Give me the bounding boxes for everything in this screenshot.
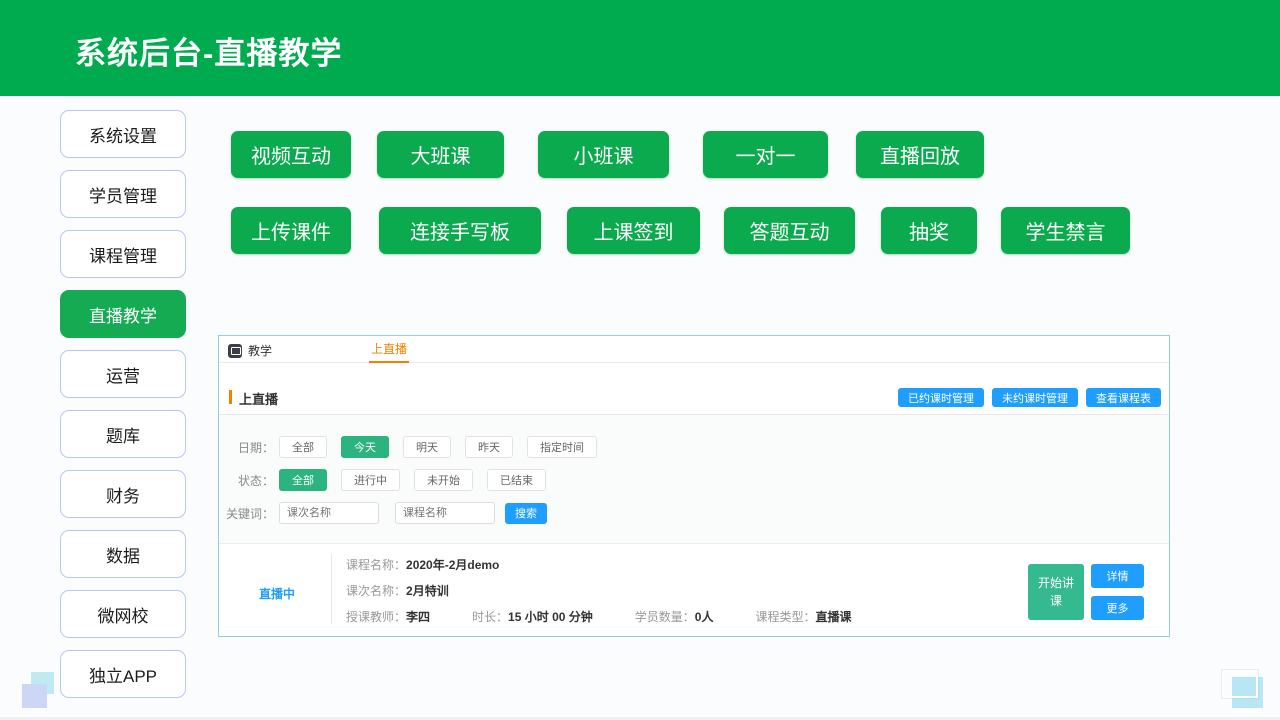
feature-upload-courseware[interactable]: 上传课件 [231, 207, 351, 254]
feature-large-class[interactable]: 大班课 [377, 131, 504, 178]
teacher-value: 李四 [406, 608, 430, 625]
teacher-label: 授课教师： [346, 608, 406, 625]
teaching-app-icon [228, 344, 242, 358]
status-option-not-started[interactable]: 未开始 [414, 469, 473, 491]
sidebar-item-standalone-app[interactable]: 独立APP [60, 650, 186, 698]
status-filter-options: 全部 进行中 未开始 已结束 [279, 469, 546, 491]
sidebar-item-student-management[interactable]: 学员管理 [60, 170, 186, 218]
feature-one-on-one[interactable]: 一对一 [703, 131, 828, 178]
status-option-in-progress[interactable]: 进行中 [341, 469, 400, 491]
sidebar-item-question-bank[interactable]: 题库 [60, 410, 186, 458]
row-divider [331, 554, 332, 624]
filter-area: 日期： 全部 今天 明天 昨天 指定时间 状态： 全部 进行中 未开始 已结束 … [219, 415, 1169, 543]
booked-lessons-button[interactable]: 已约课时管理 [898, 388, 984, 407]
unbooked-lessons-button[interactable]: 未约课时管理 [992, 388, 1078, 407]
date-filter-options: 全部 今天 明天 昨天 指定时间 [279, 436, 597, 458]
feature-quiz-interaction[interactable]: 答题互动 [724, 207, 855, 254]
section-accent-bar [229, 390, 232, 404]
top-banner: 系统后台-直播教学 [0, 0, 1280, 96]
decor-square-frame-right [1222, 670, 1258, 698]
course-name-label: 课程名称： [346, 556, 406, 573]
feature-connect-tablet[interactable]: 连接手写板 [379, 207, 541, 254]
duration-value: 15 小时 00 分钟 [508, 608, 593, 625]
course-type-value: 直播课 [815, 608, 851, 625]
page-title: 系统后台-直播教学 [75, 28, 342, 73]
keyword-filter-label: 关键词： [219, 505, 274, 522]
teacher-pair: 授课教师： 李四 [346, 608, 430, 625]
sidebar-item-system-settings[interactable]: 系统设置 [60, 110, 186, 158]
app-label-group: 教学 [228, 342, 272, 359]
search-button[interactable]: 搜索 [505, 503, 547, 524]
date-option-custom-time[interactable]: 指定时间 [527, 436, 597, 458]
duration-pair: 时长： 15 小时 00 分钟 [472, 608, 593, 625]
feature-live-replay[interactable]: 直播回放 [856, 131, 984, 178]
course-type-pair: 课程类型： 直播课 [755, 608, 851, 625]
panel-tabbar: 教学 上直播 [219, 336, 1169, 363]
status-option-ended[interactable]: 已结束 [487, 469, 546, 491]
date-filter-label: 日期： [219, 439, 274, 456]
status-filter-label: 状态： [219, 472, 274, 489]
sidebar-item-micro-school[interactable]: 微网校 [60, 590, 186, 638]
detail-button[interactable]: 详情 [1091, 564, 1144, 588]
sidebar-item-live-teaching[interactable]: 直播教学 [60, 290, 186, 338]
live-status-badge: 直播中 [259, 585, 295, 602]
start-teaching-button[interactable]: 开始讲课 [1028, 564, 1084, 620]
sidebar-item-data[interactable]: 数据 [60, 530, 186, 578]
live-admin-panel: 教学 上直播 上直播 已约课时管理 未约课时管理 查看课程表 日期： 全部 今天… [218, 335, 1170, 637]
course-name-line: 课程名称： 2020年-2月demo [346, 556, 893, 573]
course-row: 直播中 课程名称： 2020年-2月demo 课次名称： 2月特训 授课教师： … [219, 543, 1169, 636]
status-option-all[interactable]: 全部 [279, 469, 327, 491]
course-name-value: 2020年-2月demo [406, 556, 499, 573]
session-name-input[interactable] [279, 502, 379, 524]
students-label: 学员数量： [635, 608, 695, 625]
feature-lucky-draw[interactable]: 抽奖 [881, 207, 977, 254]
sidebar-item-finance[interactable]: 财务 [60, 470, 186, 518]
session-name-line: 课次名称： 2月特训 [346, 582, 893, 599]
feature-class-signin[interactable]: 上课签到 [567, 207, 700, 254]
duration-label: 时长： [472, 608, 508, 625]
sidebar-item-course-management[interactable]: 课程管理 [60, 230, 186, 278]
feature-small-class[interactable]: 小班课 [538, 131, 669, 178]
feature-mute-students[interactable]: 学生禁言 [1001, 207, 1130, 254]
students-value: 0人 [695, 608, 714, 625]
date-option-today[interactable]: 今天 [341, 436, 389, 458]
date-option-yesterday[interactable]: 昨天 [465, 436, 513, 458]
course-type-label: 课程类型： [755, 608, 815, 625]
header-button-group: 已约课时管理 未约课时管理 查看课程表 [898, 388, 1161, 407]
feature-video-interaction[interactable]: 视频互动 [231, 131, 351, 178]
course-name-input[interactable] [395, 502, 495, 524]
status-filter-row: 状态： 全部 进行中 未开始 已结束 [219, 469, 1169, 491]
tab-go-live[interactable]: 上直播 [369, 336, 409, 363]
decor-square-lavender-left [22, 684, 47, 708]
course-details: 课程名称： 2020年-2月demo 课次名称： 2月特训 授课教师： 李四 时… [346, 556, 893, 625]
app-label: 教学 [248, 342, 272, 359]
sidebar-item-operations[interactable]: 运营 [60, 350, 186, 398]
section-header: 上直播 已约课时管理 未约课时管理 查看课程表 [219, 380, 1169, 415]
view-schedule-button[interactable]: 查看课程表 [1086, 388, 1161, 407]
date-filter-row: 日期： 全部 今天 明天 昨天 指定时间 [219, 436, 1169, 458]
course-meta-line: 授课教师： 李四 时长： 15 小时 00 分钟 学员数量： 0人 课程类型： … [346, 608, 893, 625]
session-name-value: 2月特训 [406, 582, 449, 599]
students-pair: 学员数量： 0人 [635, 608, 714, 625]
session-name-label: 课次名称： [346, 582, 406, 599]
date-option-all[interactable]: 全部 [279, 436, 327, 458]
more-button[interactable]: 更多 [1091, 596, 1144, 620]
keyword-filter-row: 关键词： 搜索 [219, 502, 1169, 524]
section-title: 上直播 [239, 389, 278, 408]
date-option-tomorrow[interactable]: 明天 [403, 436, 451, 458]
sidebar: 系统设置 学员管理 课程管理 直播教学 运营 题库 财务 数据 微网校 独立AP… [60, 110, 186, 698]
